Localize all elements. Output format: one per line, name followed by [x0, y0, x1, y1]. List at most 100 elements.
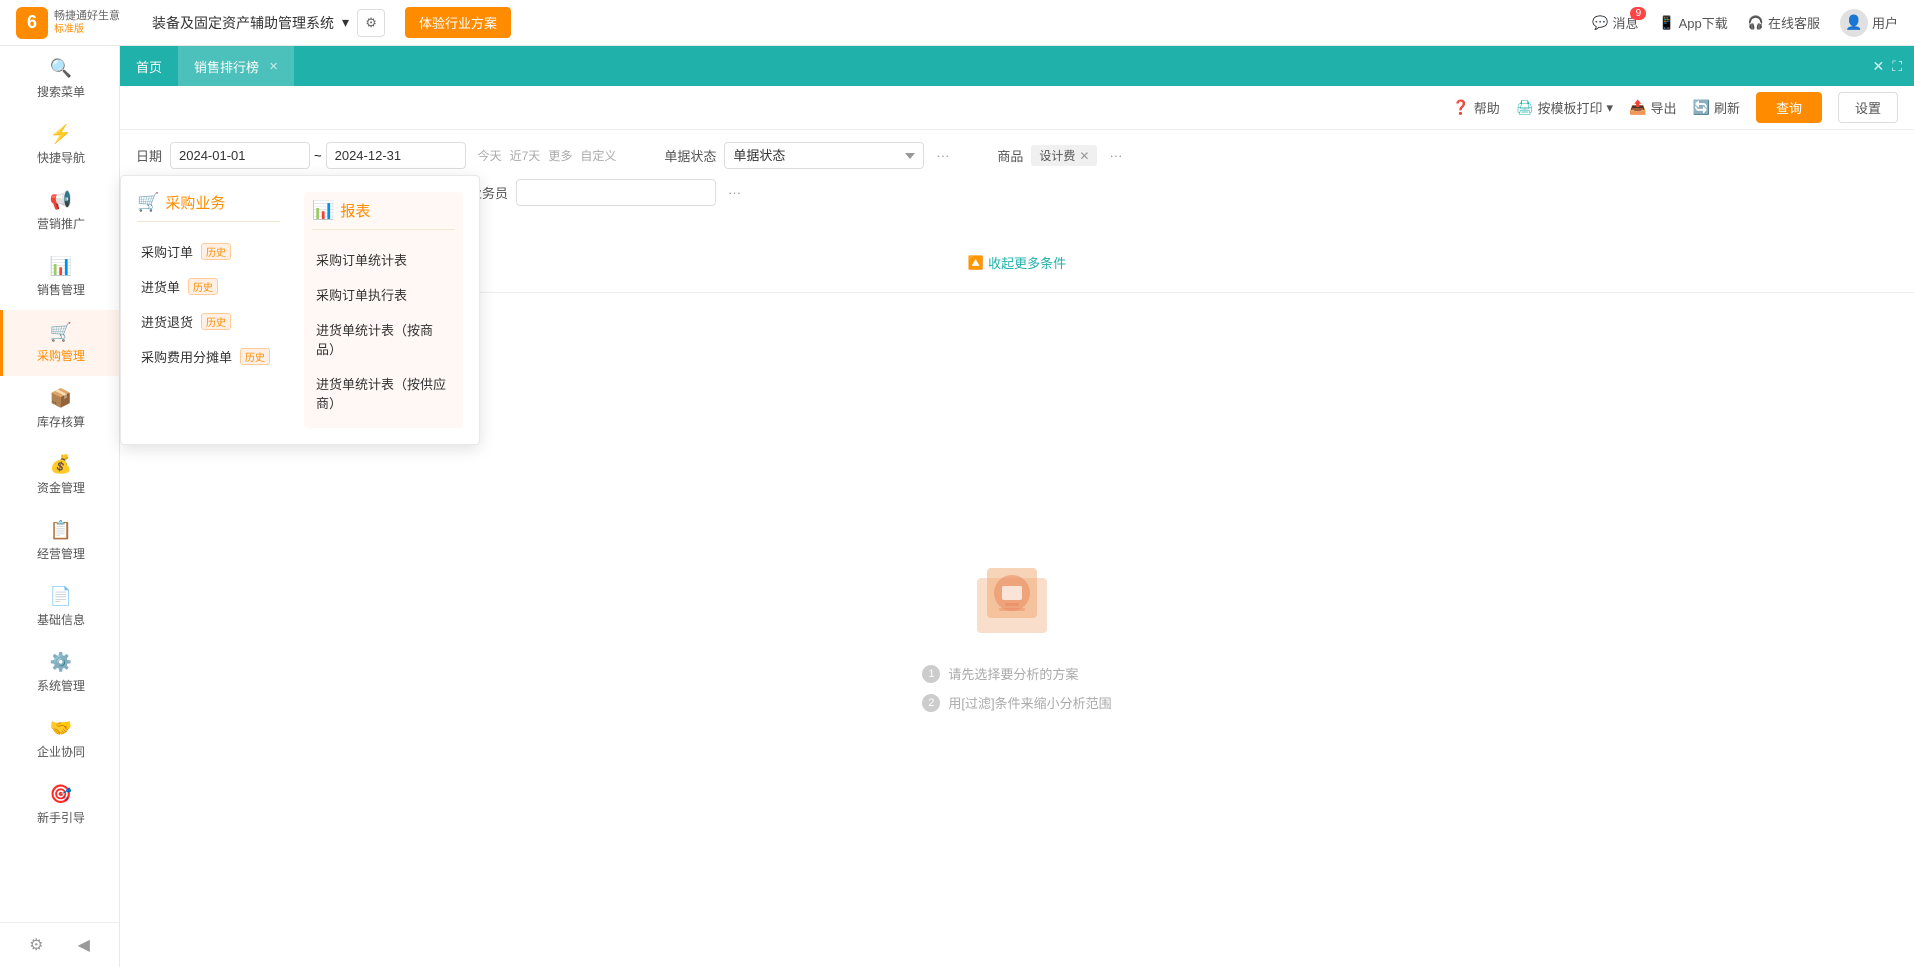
- enterprise-icon: 🤝: [50, 718, 72, 739]
- empty-step-1: 1 请先选择要分析的方案: [922, 664, 1111, 683]
- top-bar: 6 畅捷通好生意 标准版 装备及固定资产辅助管理系统 ▾ ⚙ 体验行业方案 💬 …: [0, 0, 1914, 46]
- purchase-column-title: 🛒 采购业务: [137, 192, 280, 222]
- print-btn[interactable]: 🖨 按模板打印 ▾: [1516, 98, 1613, 117]
- date-label: 日期: [136, 146, 162, 165]
- empty-illustration: [957, 548, 1077, 648]
- purchase-column: 🛒 采购业务 采购订单 历史 进货单 历史 进货退货 历史 采购费用分摊单 历史: [137, 192, 280, 428]
- menu-item-purchase-order[interactable]: 采购订单 历史: [137, 234, 280, 269]
- doc-status-more-icon[interactable]: ···: [936, 148, 949, 163]
- sidebar-item-sales[interactable]: 📊 销售管理: [0, 244, 119, 310]
- system-title-area: 装备及固定资产辅助管理系统 ▾ ⚙ 体验行业方案: [136, 7, 1592, 38]
- filter-row-1: 日期 ~ 今天 近7天 更多 自定义 单据状态 单据状态: [136, 142, 1898, 169]
- menu-item-return[interactable]: 进货退货 历史: [137, 304, 280, 339]
- menu-item-purchase-order-stats[interactable]: 采购订单统计表: [312, 242, 455, 277]
- operations-icon: 📋: [50, 520, 72, 541]
- newbie-icon: 🎯: [50, 784, 72, 805]
- date-start-input[interactable]: [170, 142, 310, 169]
- headset-icon: 🎧: [1748, 15, 1764, 31]
- avatar: 👤: [1840, 9, 1868, 37]
- finance-icon: 💰: [50, 454, 72, 475]
- doc-status-filter: 单据状态 单据状态 ···: [664, 142, 949, 169]
- menu-item-purchase-expense[interactable]: 采购费用分摊单 历史: [137, 339, 280, 374]
- online-service-btn[interactable]: 🎧 在线客服: [1748, 13, 1820, 32]
- date-range: ~: [170, 142, 466, 169]
- message-icon: 💬: [1592, 15, 1608, 31]
- goods-tag: 设计费 ✕: [1031, 145, 1097, 166]
- print-icon: 🖨: [1516, 99, 1534, 116]
- tab-bar-right: ✕ ⛶: [1872, 58, 1902, 75]
- search-icon: 🔍: [50, 58, 72, 79]
- settings-bottom-btn[interactable]: ⚙: [29, 935, 43, 955]
- collapse-sidebar-btn[interactable]: ◀: [78, 935, 90, 955]
- salesperson-input[interactable]: [516, 179, 716, 206]
- sidebar-item-purchase[interactable]: 🛒 采购管理: [0, 310, 119, 376]
- sidebar-item-quick[interactable]: ⚡ 快捷导航: [0, 112, 119, 178]
- reports-col-icon: 📊: [312, 200, 334, 221]
- sidebar-item-system[interactable]: ⚙️ 系统管理: [0, 640, 119, 706]
- collapse-icon: 🔼: [968, 255, 984, 271]
- help-btn[interactable]: ❓ 帮助: [1452, 98, 1499, 117]
- settings-button[interactable]: 设置: [1838, 92, 1898, 123]
- system-icon: ⚙️: [50, 652, 72, 673]
- industry-button[interactable]: 体验行业方案: [405, 7, 511, 38]
- gear-button[interactable]: ⚙: [357, 9, 385, 37]
- doc-status-select[interactable]: 单据状态: [724, 142, 924, 169]
- mobile-icon: 📱: [1658, 15, 1674, 31]
- basic-icon: 📄: [50, 586, 72, 607]
- inventory-icon: 📦: [50, 388, 72, 409]
- more-date-btn[interactable]: 更多: [548, 147, 572, 164]
- reports-column-title: 📊 报表: [312, 200, 455, 230]
- refresh-btn[interactable]: 🔄 刷新: [1693, 98, 1740, 117]
- help-icon: ❓: [1452, 99, 1469, 116]
- doc-status-label: 单据状态: [664, 146, 716, 165]
- export-icon: 📤: [1629, 99, 1646, 116]
- title-arrow-icon[interactable]: ▾: [342, 14, 349, 31]
- sidebar-item-basic[interactable]: 📄 基础信息: [0, 574, 119, 640]
- query-button[interactable]: 查询: [1756, 92, 1822, 123]
- sidebar-item-operations[interactable]: 📋 经营管理: [0, 508, 119, 574]
- system-title: 装备及固定资产辅助管理系统: [152, 13, 334, 33]
- logo-area: 6 畅捷通好生意 标准版: [16, 7, 136, 39]
- notifications-btn[interactable]: 💬 消息 9: [1592, 13, 1638, 32]
- sidebar-item-finance[interactable]: 💰 资金管理: [0, 442, 119, 508]
- export-btn[interactable]: 📤 导出: [1629, 98, 1676, 117]
- empty-steps: 1 请先选择要分析的方案 2 用[过滤]条件来缩小分析范围: [922, 664, 1111, 712]
- logo-text: 畅捷通好生意 标准版: [54, 9, 120, 36]
- marketing-icon: 📢: [50, 190, 72, 211]
- tab-close-icon[interactable]: ✕: [269, 60, 278, 73]
- tab-sales-rank[interactable]: 销售排行榜 ✕: [178, 46, 294, 86]
- refresh-icon: 🔄: [1693, 99, 1710, 116]
- quick-icon: ⚡: [50, 124, 72, 145]
- sidebar-item-enterprise[interactable]: 🤝 企业协同: [0, 706, 119, 772]
- menu-item-incoming-stats-goods[interactable]: 进货单统计表（按商品）: [312, 312, 455, 366]
- today-btn[interactable]: 今天: [478, 147, 502, 164]
- goods-more-icon[interactable]: ···: [1109, 148, 1122, 163]
- sidebar-item-inventory[interactable]: 📦 库存核算: [0, 376, 119, 442]
- sales-icon: 📊: [50, 256, 72, 277]
- tab-home[interactable]: 首页: [120, 46, 178, 86]
- user-btn[interactable]: 👤 用户: [1840, 9, 1898, 37]
- menu-item-incoming-stats-supplier[interactable]: 进货单统计表（按供应商）: [312, 366, 455, 420]
- sales-rank-tab-label: 销售排行榜: [194, 57, 259, 76]
- sidebar-item-newbie[interactable]: 🎯 新手引导: [0, 772, 119, 838]
- print-dropdown-icon[interactable]: ▾: [1607, 100, 1614, 116]
- top-right-actions: 💬 消息 9 📱 App下载 🎧 在线客服 👤 用户: [1592, 9, 1898, 37]
- sidebar-item-marketing[interactable]: 📢 营销推广: [0, 178, 119, 244]
- tab-close-all-icon[interactable]: ✕: [1872, 58, 1884, 75]
- menu-item-purchase-order-exec[interactable]: 采购订单执行表: [312, 277, 455, 312]
- logo-icon: 6: [16, 7, 48, 39]
- menu-item-incoming[interactable]: 进货单 历史: [137, 269, 280, 304]
- empty-step-2: 2 用[过滤]条件来缩小分析范围: [922, 693, 1111, 712]
- app-download-btn[interactable]: 📱 App下载: [1658, 13, 1727, 32]
- collapse-filter-btn[interactable]: 🔼 收起更多条件: [968, 253, 1066, 272]
- home-tab-label: 首页: [136, 57, 162, 76]
- date-filter: 日期 ~ 今天 近7天 更多 自定义: [136, 142, 616, 169]
- sidebar-bottom: ⚙ ◀: [0, 922, 119, 967]
- goods-tag-close[interactable]: ✕: [1079, 149, 1089, 163]
- salesperson-more-icon[interactable]: ···: [728, 185, 741, 200]
- week-btn[interactable]: 近7天: [510, 147, 541, 164]
- sidebar-item-search[interactable]: 🔍 搜索菜单: [0, 46, 119, 112]
- custom-date-btn[interactable]: 自定义: [580, 147, 616, 164]
- tab-maximize-icon[interactable]: ⛶: [1892, 58, 1902, 75]
- date-end-input[interactable]: [326, 142, 466, 169]
